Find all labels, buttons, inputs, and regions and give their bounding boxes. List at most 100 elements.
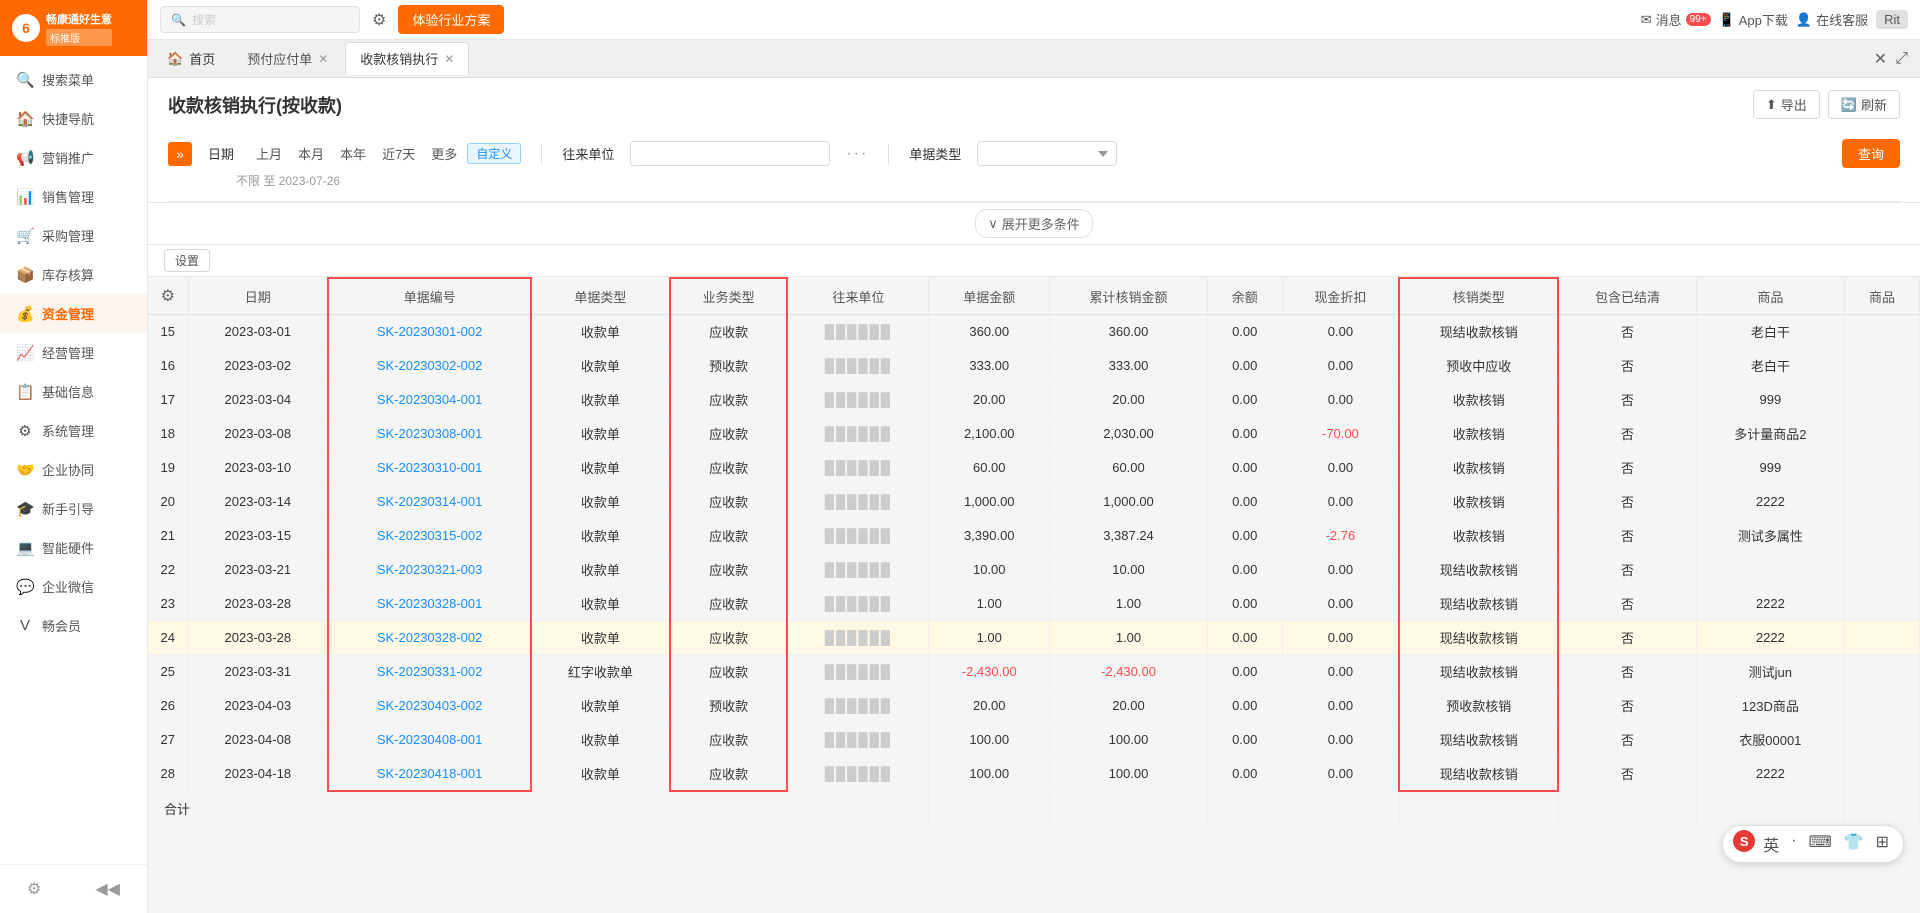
cell-include-settled: 否 bbox=[1558, 451, 1696, 485]
solution-btn[interactable]: 体验行业方案 bbox=[398, 5, 504, 34]
cell-docno: SK-20230418-001 bbox=[328, 757, 531, 792]
cell-settled: 360.00 bbox=[1050, 315, 1208, 349]
sidebar-item-purchase[interactable]: 🛒采购管理 bbox=[0, 216, 147, 255]
sidebar-item-operations[interactable]: 📈经营管理 bbox=[0, 333, 147, 372]
sidebar-item-member[interactable]: V畅会员 bbox=[0, 606, 147, 645]
totals-balance bbox=[1207, 791, 1282, 826]
sidebar-item-search[interactable]: 🔍搜索菜单 bbox=[0, 60, 147, 99]
settings-gear-icon[interactable]: ⚙ bbox=[372, 10, 386, 30]
cell-docno: SK-20230315-002 bbox=[328, 519, 531, 553]
totals-discount bbox=[1282, 791, 1399, 826]
filter-dots[interactable]: ··· bbox=[846, 145, 868, 163]
cell-product1: 老白干 bbox=[1696, 349, 1844, 383]
cell-product2 bbox=[1845, 315, 1920, 349]
tab-home[interactable]: 🏠 首页 bbox=[152, 42, 230, 75]
sidebar-item-quicknav[interactable]: 🏠快捷导航 bbox=[0, 99, 147, 138]
doc-no-link[interactable]: SK-20230308-001 bbox=[377, 426, 483, 441]
doc-no-link[interactable]: SK-20230331-002 bbox=[377, 664, 483, 679]
col-settled: 累计核销金额 bbox=[1050, 278, 1208, 315]
export-icon: ⬆ bbox=[1766, 97, 1777, 113]
more-dates-btn[interactable]: 更多 bbox=[425, 142, 463, 165]
col-settings-icon[interactable]: ⚙ bbox=[161, 288, 175, 305]
shirt-icon[interactable]: 👕 bbox=[1840, 830, 1868, 858]
cell-product1: 2222 bbox=[1696, 485, 1844, 519]
doc-no-link[interactable]: SK-20230302-002 bbox=[377, 358, 483, 373]
cell-balance: 0.00 bbox=[1207, 689, 1282, 723]
refresh-btn[interactable]: 🔄 刷新 bbox=[1828, 90, 1900, 119]
expand-window-icon[interactable]: ⤢ bbox=[1895, 50, 1908, 68]
sidebar-item-finance[interactable]: 💰资金管理 bbox=[0, 294, 147, 333]
this-year-btn[interactable]: 本年 bbox=[334, 142, 372, 165]
logo-icon: 6 bbox=[12, 14, 40, 42]
voucher-type-select[interactable] bbox=[977, 141, 1117, 166]
english-icon[interactable]: 英 bbox=[1759, 830, 1783, 858]
sidebar-item-inventory[interactable]: 📦库存核算 bbox=[0, 255, 147, 294]
tab-collection[interactable]: 收款核销执行 ✕ bbox=[345, 42, 469, 75]
cell-settled: 100.00 bbox=[1050, 757, 1208, 792]
cell-include-settled: 否 bbox=[1558, 587, 1696, 621]
keyboard-icon[interactable]: ⌨ bbox=[1805, 830, 1836, 858]
export-btn[interactable]: ⬆ 导出 bbox=[1753, 90, 1820, 119]
doc-no-link[interactable]: SK-20230301-002 bbox=[377, 324, 483, 339]
last-month-btn[interactable]: 上月 bbox=[250, 142, 288, 165]
partner-input[interactable] bbox=[630, 141, 830, 166]
sidebar-icon-sales: 📊 bbox=[16, 188, 34, 206]
sidebar-item-marketing[interactable]: 📢营销推广 bbox=[0, 138, 147, 177]
sidebar-item-guide[interactable]: 🎓新手引导 bbox=[0, 489, 147, 528]
table-row: 23 2023-03-28 SK-20230328-001 收款单 应收款 ██… bbox=[148, 587, 1920, 621]
doc-no-link[interactable]: SK-20230328-002 bbox=[377, 630, 483, 645]
doc-no-link[interactable]: SK-20230315-002 bbox=[377, 528, 483, 543]
cell-product2 bbox=[1845, 689, 1920, 723]
tab-prepay[interactable]: 预付应付单 ✕ bbox=[232, 42, 343, 75]
cell-doctype: 收款单 bbox=[531, 383, 670, 417]
table-settings-btn[interactable]: 设置 bbox=[164, 249, 210, 272]
query-btn[interactable]: 查询 bbox=[1842, 139, 1900, 168]
sidebar-item-basic[interactable]: 📋基础信息 bbox=[0, 372, 147, 411]
grid-icon[interactable]: ⊞ bbox=[1872, 830, 1893, 858]
doc-no-link[interactable]: SK-20230418-001 bbox=[377, 766, 483, 781]
cell-num: 16 bbox=[148, 349, 188, 383]
sidebar-item-system[interactable]: ⚙系统管理 bbox=[0, 411, 147, 450]
online-support-btn[interactable]: 👤 在线客服 bbox=[1796, 10, 1868, 29]
tab-prepay-close[interactable]: ✕ bbox=[318, 52, 328, 66]
sidebar-icon-guide: 🎓 bbox=[16, 500, 34, 518]
doc-no-link[interactable]: SK-20230328-001 bbox=[377, 596, 483, 611]
cell-settled: 20.00 bbox=[1050, 383, 1208, 417]
mic-icon[interactable]: · bbox=[1787, 830, 1800, 858]
settings-icon[interactable]: ⚙ bbox=[21, 873, 47, 905]
col-partner: 往来单位 bbox=[787, 278, 928, 315]
sidebar-item-hardware[interactable]: 💻智能硬件 bbox=[0, 528, 147, 567]
close-window-icon[interactable]: ✕ bbox=[1874, 49, 1887, 69]
cell-product2 bbox=[1845, 485, 1920, 519]
totals-settled bbox=[1050, 791, 1208, 826]
this-month-btn[interactable]: 本月 bbox=[292, 142, 330, 165]
filter-toggle-btn[interactable]: » bbox=[168, 142, 192, 166]
sidebar-item-enterprise[interactable]: 🤝企业协同 bbox=[0, 450, 147, 489]
cell-product2 bbox=[1845, 621, 1920, 655]
app-download-btn[interactable]: 📱 App下载 bbox=[1719, 10, 1788, 29]
cell-docno: SK-20230302-002 bbox=[328, 349, 531, 383]
doc-no-link[interactable]: SK-20230310-001 bbox=[377, 460, 483, 475]
cell-amount: 20.00 bbox=[929, 383, 1050, 417]
doc-no-link[interactable]: SK-20230314-001 bbox=[377, 494, 483, 509]
sidebar-item-sales[interactable]: 📊销售管理 bbox=[0, 177, 147, 216]
doc-no-link[interactable]: SK-20230408-001 bbox=[377, 732, 483, 747]
cell-discount: 0.00 bbox=[1282, 621, 1399, 655]
page-title: 收款核销执行(按收款) bbox=[168, 92, 342, 118]
expand-conditions-btn[interactable]: ∨ 展开更多条件 bbox=[975, 209, 1093, 238]
tab-collection-close[interactable]: ✕ bbox=[444, 52, 454, 66]
collapse-icon[interactable]: ◀◀ bbox=[89, 873, 126, 905]
last-7days-btn[interactable]: 近7天 bbox=[376, 142, 421, 165]
notification-btn[interactable]: ✉ 消息 99+ bbox=[1641, 10, 1711, 29]
cell-partner: ██████ bbox=[787, 553, 928, 587]
doc-no-link[interactable]: SK-20230321-003 bbox=[377, 562, 483, 577]
cell-date: 2023-03-01 bbox=[188, 315, 328, 349]
cell-discount: 0.00 bbox=[1282, 587, 1399, 621]
doc-no-link[interactable]: SK-20230403-002 bbox=[377, 698, 483, 713]
cell-num: 17 bbox=[148, 383, 188, 417]
cell-product2 bbox=[1845, 553, 1920, 587]
custom-date-btn[interactable]: 自定义 bbox=[467, 143, 521, 164]
sidebar-item-wechat[interactable]: 💬企业微信 bbox=[0, 567, 147, 606]
doc-no-link[interactable]: SK-20230304-001 bbox=[377, 392, 483, 407]
main-table: ⚙ 日期 单据编号 单据类型 业务类型 往来单位 单据金额 累计核销金额 余额 … bbox=[148, 277, 1920, 826]
